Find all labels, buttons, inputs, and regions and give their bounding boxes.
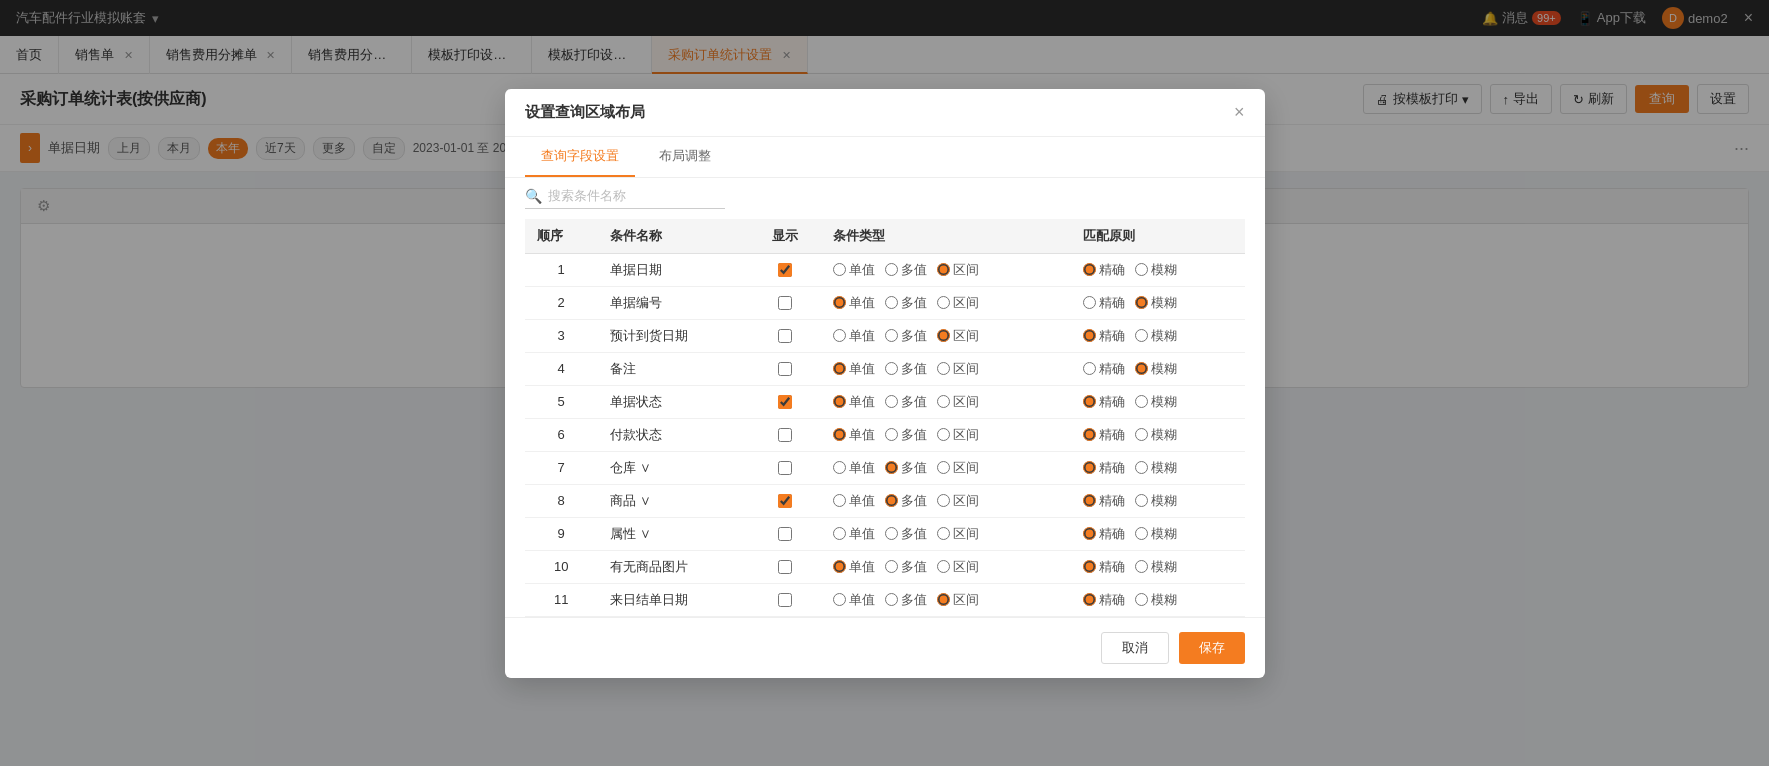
row-type: 单值多值区间 [821,352,1071,385]
row-match: 精确模糊 [1071,385,1244,404]
search-bar: 🔍 [505,178,1265,219]
row-order: 1 [525,253,598,286]
row-order: 4 [525,352,598,385]
modal-tabs: 查询字段设置 布局调整 [505,137,1265,178]
row-match: 精确模糊 [1071,352,1244,385]
row-match: 精确模糊 [1071,286,1244,319]
modal-title: 设置查询区域布局 [525,103,645,122]
modal: 设置查询区域布局 × 查询字段设置 布局调整 🔍 [505,89,1265,405]
search-input-wrap: 🔍 [525,188,725,209]
row-type: 单值多值区间 [821,286,1071,319]
row-type: 单值多值区间 [821,319,1071,352]
modal-overlay: 设置查询区域布局 × 查询字段设置 布局调整 🔍 [0,0,1769,404]
table-row: 3预计到货日期 单值多值区间精确模糊 [525,319,1245,352]
row-type: 单值多值区间 [821,385,1071,404]
row-order: 3 [525,319,598,352]
modal-close-btn[interactable]: × [1234,103,1245,121]
modal-tab-query[interactable]: 查询字段设置 [525,137,635,177]
table-row: 4备注 单值多值区间精确模糊 [525,352,1245,385]
modal-tab-layout[interactable]: 布局调整 [643,137,727,177]
row-match: 精确模糊 [1071,253,1244,286]
row-type: 单值多值区间 [821,253,1071,286]
display-checkbox[interactable] [778,329,792,343]
row-display [748,352,821,385]
search-input[interactable] [548,188,725,203]
row-display [748,286,821,319]
display-checkbox[interactable] [778,395,792,405]
row-match: 精确模糊 [1071,319,1244,352]
row-name: 预计到货日期 [598,319,748,352]
search-icon: 🔍 [525,188,542,204]
modal-body: 查询字段设置 布局调整 🔍 顺序 条 [505,137,1265,405]
display-checkbox[interactable] [778,263,792,277]
col-header-type: 条件类型 [821,219,1071,254]
display-checkbox[interactable] [778,362,792,376]
modal-header: 设置查询区域布局 × [505,89,1265,137]
table-row: 2单据编号 单值多值区间精确模糊 [525,286,1245,319]
row-name: 单据编号 [598,286,748,319]
modal-table-wrap: 顺序 条件名称 显示 条件类型 匹配原则 1单据日期单值多值区间精确模糊2单据编… [505,219,1265,405]
table-row: 1单据日期 单值多值区间精确模糊 [525,253,1245,286]
col-header-order: 顺序 [525,219,598,254]
table-header-row: 顺序 条件名称 显示 条件类型 匹配原则 [525,219,1245,254]
row-name: 备注 [598,352,748,385]
table-row: 5单据状态 单值多值区间精确模糊 [525,385,1245,404]
display-checkbox[interactable] [778,296,792,310]
col-header-match: 匹配原则 [1071,219,1244,254]
row-display [748,319,821,352]
row-name: 单据日期 [598,253,748,286]
modal-table: 顺序 条件名称 显示 条件类型 匹配原则 1单据日期单值多值区间精确模糊2单据编… [525,219,1245,405]
row-display [748,253,821,286]
row-order: 5 [525,385,598,404]
row-order: 2 [525,286,598,319]
col-header-display: 显示 [748,219,821,254]
row-name: 单据状态 [598,385,748,404]
col-header-name: 条件名称 [598,219,748,254]
row-display [748,385,821,404]
